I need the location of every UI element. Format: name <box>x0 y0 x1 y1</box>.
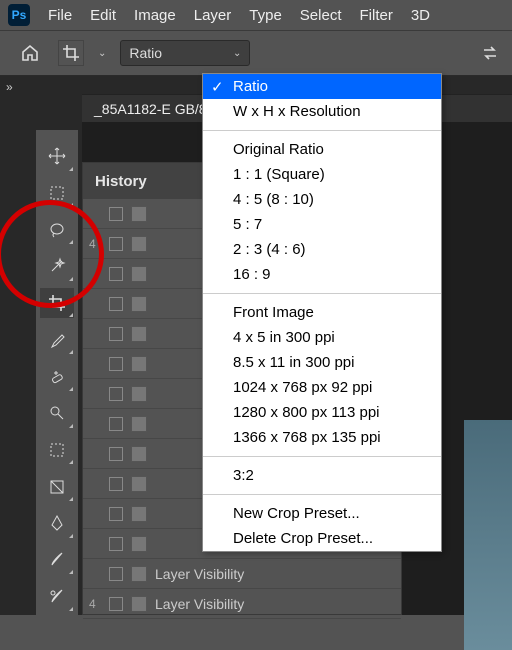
menu-filter[interactable]: Filter <box>360 7 393 24</box>
crop-menu-item[interactable]: 4 : 5 (8 : 10) <box>203 187 441 212</box>
menu-layer[interactable]: Layer <box>194 7 232 24</box>
history-row[interactable]: Layer Visibility <box>83 559 401 589</box>
app-logo: Ps <box>8 4 30 26</box>
options-bar: ⌄ Ratio ⌄ <box>0 30 512 76</box>
crop-menu-item[interactable]: 1024 x 768 px 92 ppi <box>203 375 441 400</box>
menu-select[interactable]: Select <box>300 7 342 24</box>
tool-preset-chevron-icon[interactable]: ⌄ <box>98 48 106 59</box>
crop-menu-item[interactable]: Ratio <box>203 74 441 99</box>
crop-tool[interactable] <box>40 288 74 319</box>
history-brush-tool[interactable] <box>40 581 74 612</box>
expand-panels-icon[interactable]: » <box>6 80 13 94</box>
menu-separator <box>203 494 441 495</box>
document-title: _85A1182-E GB/8*) <box>94 101 217 117</box>
swap-orientation-icon[interactable] <box>478 41 502 65</box>
selection-tool[interactable] <box>40 435 74 466</box>
menu-separator <box>203 130 441 131</box>
magic-wand-tool[interactable] <box>40 251 74 282</box>
menu-image[interactable]: Image <box>134 7 176 24</box>
crop-menu-item[interactable]: 5 : 7 <box>203 212 441 237</box>
crop-ratio-menu: RatioW x H x Resolution Original Ratio1 :… <box>202 73 442 552</box>
active-tool-crop-icon[interactable] <box>58 40 84 66</box>
chevron-down-icon: ⌄ <box>233 48 241 59</box>
gradient-tool[interactable] <box>40 471 74 502</box>
crop-menu-item[interactable]: New Crop Preset... <box>203 501 441 526</box>
menu-separator <box>203 456 441 457</box>
dodge-tool[interactable] <box>40 398 74 429</box>
move-tool[interactable] <box>40 141 74 172</box>
crop-menu-item[interactable]: 4 x 5 in 300 ppi <box>203 325 441 350</box>
pen-tool[interactable] <box>40 508 74 539</box>
brush-tool[interactable] <box>40 545 74 576</box>
home-icon[interactable] <box>16 39 44 67</box>
crop-menu-item[interactable]: 3:2 <box>203 463 441 488</box>
crop-menu-item[interactable]: 1366 x 768 px 135 ppi <box>203 425 441 450</box>
menu-separator <box>203 293 441 294</box>
healing-brush-tool[interactable] <box>40 361 74 392</box>
crop-menu-item[interactable]: W x H x Resolution <box>203 99 441 124</box>
crop-menu-item[interactable]: 1 : 1 (Square) <box>203 162 441 187</box>
crop-menu-item[interactable]: Front Image <box>203 300 441 325</box>
menu-bar: Ps File Edit Image Layer Type Select Fil… <box>0 0 512 30</box>
crop-menu-item[interactable]: Delete Crop Preset... <box>203 526 441 551</box>
crop-ratio-label: Ratio <box>129 45 162 61</box>
menu-edit[interactable]: Edit <box>90 7 116 24</box>
menu-file[interactable]: File <box>48 7 72 24</box>
marquee-tool[interactable] <box>40 178 74 209</box>
eyedropper-tool[interactable] <box>40 324 74 355</box>
menu-3d[interactable]: 3D <box>411 7 430 24</box>
menu-type[interactable]: Type <box>249 7 282 24</box>
crop-ratio-dropdown[interactable]: Ratio ⌄ <box>120 40 250 66</box>
crop-menu-item[interactable]: Original Ratio <box>203 137 441 162</box>
crop-menu-item[interactable]: 2 : 3 (4 : 6) <box>203 237 441 262</box>
crop-menu-item[interactable]: 8.5 x 11 in 300 ppi <box>203 350 441 375</box>
crop-menu-item[interactable]: 16 : 9 <box>203 262 441 287</box>
lasso-tool[interactable] <box>40 214 74 245</box>
tool-palette <box>36 130 78 615</box>
crop-menu-item[interactable]: 1280 x 800 px 113 ppi <box>203 400 441 425</box>
image-preview <box>464 420 512 650</box>
